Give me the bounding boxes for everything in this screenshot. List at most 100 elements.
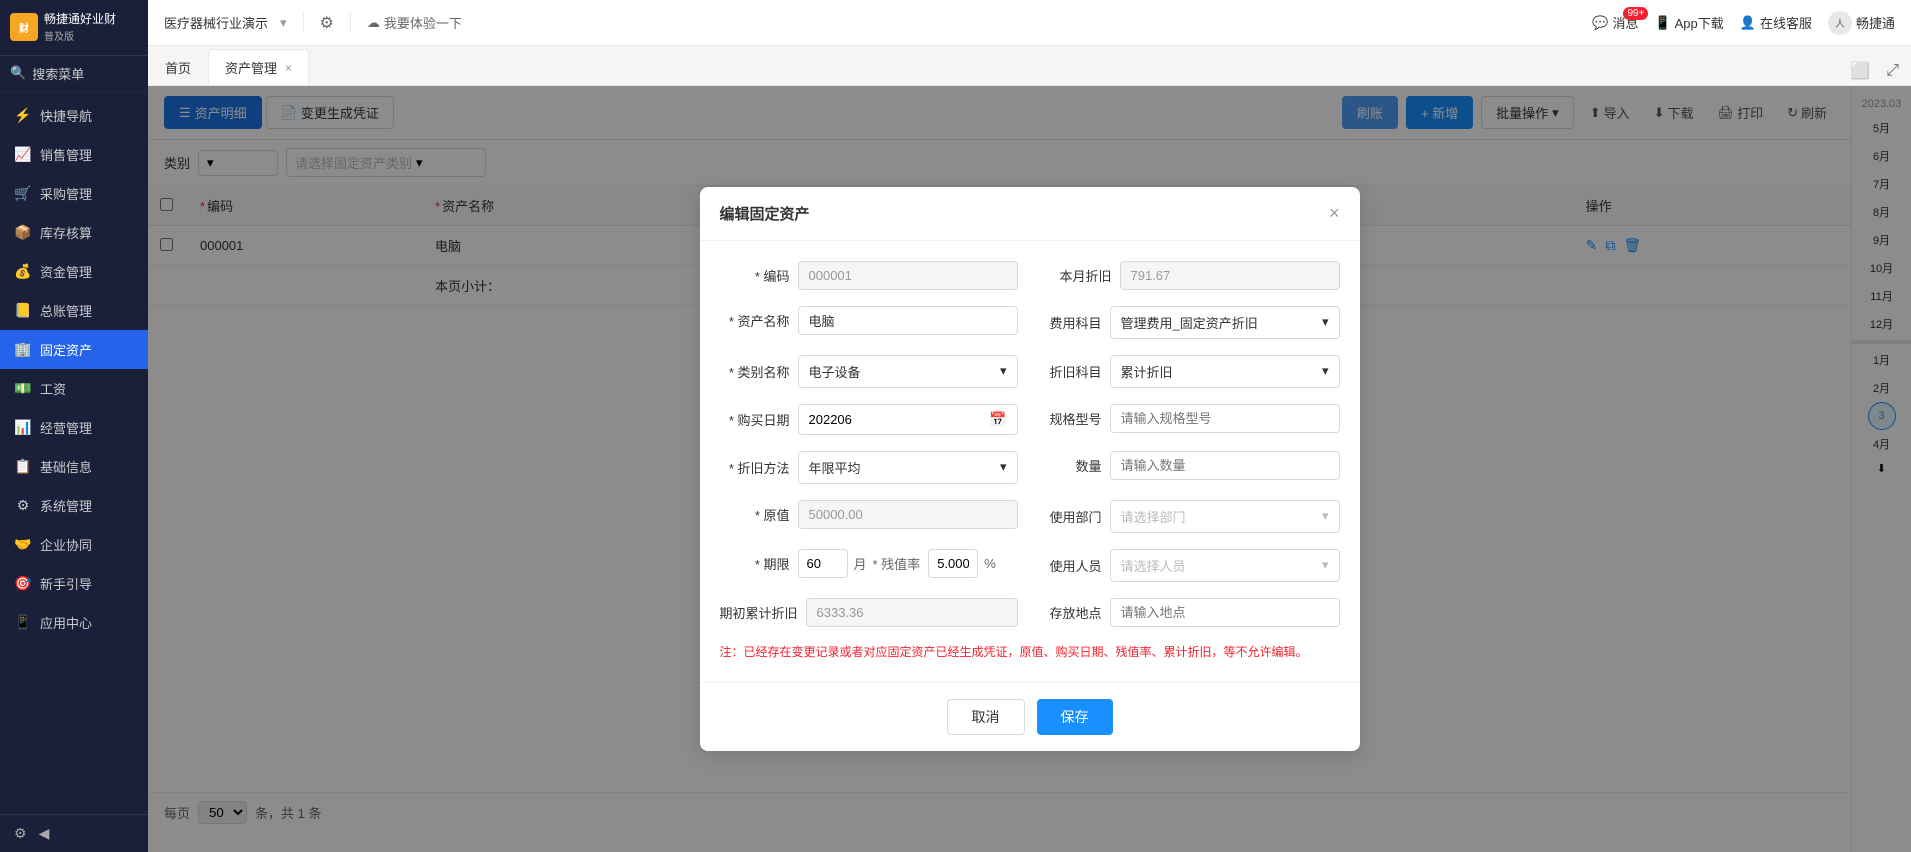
spec-label: 规格型号	[1042, 409, 1102, 428]
sidebar-item-operations[interactable]: 📊 经营管理	[0, 408, 148, 447]
form-item-location: 存放地点	[1042, 598, 1340, 627]
modal-right-dep-subject: 折旧科目 累计折旧 ▾	[1042, 355, 1340, 388]
sidebar-item-label: 系统管理	[40, 496, 92, 515]
form-item-monthly-dep: 本月折旧	[1042, 261, 1340, 290]
tab-home[interactable]: 首页	[148, 49, 208, 85]
enterprise-icon: 🤝	[14, 535, 32, 553]
operations-icon: 📊	[14, 418, 32, 436]
collapse-sidebar-icon[interactable]: ◀	[39, 825, 50, 842]
chevron-down-icon: ▾	[1322, 557, 1329, 573]
main-area: 医疗器械行业演示 ▾ ⚙ ☁ 我要体验一下 💬 消息 99+ 📱 App下载 👤…	[148, 0, 1911, 852]
modal-header: 编辑固定资产 ×	[700, 187, 1360, 241]
tabbar: 首页 资产管理 × ⬜ ⤢	[148, 46, 1911, 86]
purchase-date-label: * 购买日期	[720, 410, 790, 429]
sidebar-item-label: 快捷导航	[40, 106, 92, 125]
expense-subject-value: 管理费用_固定资产折旧	[1121, 313, 1258, 332]
spec-input[interactable]	[1110, 404, 1340, 433]
tab-close-icon[interactable]: ×	[285, 61, 292, 75]
service-icon: 👤	[1740, 15, 1756, 31]
modal-right-quantity: 数量	[1042, 451, 1340, 484]
sidebar-item-guide[interactable]: 🎯 新手引导	[0, 564, 148, 603]
sidebar-item-purchase[interactable]: 🛒 采购管理	[0, 174, 148, 213]
topbar-messages[interactable]: 💬 消息 99+	[1592, 13, 1638, 32]
sidebar-item-app-center[interactable]: 📱 应用中心	[0, 603, 148, 642]
sidebar-item-ledger[interactable]: 📒 总账管理	[0, 291, 148, 330]
sidebar-item-finance[interactable]: 💰 资金管理	[0, 252, 148, 291]
expense-subject-label: 费用科目	[1042, 313, 1102, 332]
topbar-divider2	[350, 13, 351, 33]
logo-text-block: 畅捷通好业财 普及版	[44, 12, 116, 43]
topbar-feedback[interactable]: ☁ 我要体验一下	[367, 13, 462, 32]
chevron-down-icon: ▾	[1000, 459, 1007, 475]
ledger-icon: 📒	[14, 301, 32, 319]
form-item-initial-dep: 期初累计折旧	[720, 598, 1018, 627]
sidebar-item-basic-info[interactable]: 📋 基础信息	[0, 447, 148, 486]
topbar-user[interactable]: 人 畅捷通	[1828, 11, 1895, 35]
company-dropdown-icon[interactable]: ▾	[280, 15, 287, 31]
code-input[interactable]	[798, 261, 1018, 290]
topbar-divider	[303, 13, 304, 33]
quantity-input[interactable]	[1110, 451, 1340, 480]
sidebar-search-label: 搜索菜单	[32, 64, 84, 83]
modal-overlay: 编辑固定资产 × * 编码 本月折旧	[148, 86, 1911, 852]
sidebar-item-label: 新手引导	[40, 574, 92, 593]
modal-right-col-dep: 本月折旧	[1042, 261, 1340, 290]
sidebar-item-enterprise[interactable]: 🤝 企业协同	[0, 525, 148, 564]
modal-left-name: * 资产名称	[720, 306, 1018, 339]
purchase-icon: 🛒	[14, 184, 32, 202]
app-name: 畅捷通好业财	[44, 12, 116, 28]
dep-method-select[interactable]: 年限平均 ▾	[798, 451, 1018, 484]
chevron-down-icon: ▾	[1322, 508, 1329, 524]
app-version: 普及版	[44, 28, 116, 43]
modal-left-purchase-date: * 购买日期 202206 📅	[720, 404, 1018, 435]
topbar-app-download[interactable]: 📱 App下载	[1654, 13, 1723, 32]
category-select[interactable]: 电子设备 ▾	[798, 355, 1018, 388]
dept-label: 使用部门	[1042, 507, 1102, 526]
save-button[interactable]: 保存	[1037, 699, 1113, 735]
sidebar-item-search[interactable]: 🔍 搜索菜单	[0, 56, 148, 92]
cancel-button[interactable]: 取消	[947, 699, 1025, 735]
tab-asset-management[interactable]: 资产管理 ×	[208, 49, 309, 85]
chevron-down-icon: ▾	[1000, 363, 1007, 379]
modal-note: 注：已经存在变更记录或者对应固定资产已经生成凭证，原值、购买日期、残值率、累计折…	[720, 643, 1340, 662]
sidebar-item-sales[interactable]: 📈 销售管理	[0, 135, 148, 174]
modal-left-dep-method: * 折旧方法 年限平均 ▾	[720, 451, 1018, 484]
sidebar-item-label: 总账管理	[40, 301, 92, 320]
sidebar-item-fixed-assets[interactable]: 🏢 固定资产	[0, 330, 148, 369]
sidebar-item-quick-nav[interactable]: ⚡ 快捷导航	[0, 96, 148, 135]
dep-subject-value: 累计折旧	[1121, 362, 1173, 381]
sidebar-item-label: 采购管理	[40, 184, 92, 203]
modal-close-button[interactable]: ×	[1329, 204, 1340, 222]
dep-subject-select[interactable]: 累计折旧 ▾	[1110, 355, 1340, 388]
topbar-settings-icon[interactable]: ⚙	[320, 13, 334, 33]
expense-subject-select[interactable]: 管理费用_固定资产折旧 ▾	[1110, 306, 1340, 339]
sidebar-item-label: 应用中心	[40, 613, 92, 632]
user-select[interactable]: 请选择人员 ▾	[1110, 549, 1340, 582]
sidebar-item-inventory[interactable]: 📦 库存核算	[0, 213, 148, 252]
period-unit: 月	[854, 554, 867, 573]
name-input[interactable]	[798, 306, 1018, 335]
dept-select[interactable]: 请选择部门 ▾	[1110, 500, 1340, 533]
avatar: 人	[1828, 11, 1852, 35]
form-item-name: * 资产名称	[720, 306, 1018, 335]
sidebar-item-payroll[interactable]: 💵 工资	[0, 369, 148, 408]
topbar: 医疗器械行业演示 ▾ ⚙ ☁ 我要体验一下 💬 消息 99+ 📱 App下载 👤…	[148, 0, 1911, 46]
period-input	[798, 549, 848, 578]
sidebar-item-system[interactable]: ⚙ 系统管理	[0, 486, 148, 525]
user-label: 使用人员	[1042, 556, 1102, 575]
category-value: 电子设备	[809, 362, 861, 381]
location-input[interactable]	[1110, 598, 1340, 627]
finance-icon: 💰	[14, 262, 32, 280]
tab-expand-icon[interactable]: ⤢	[1882, 58, 1903, 84]
form-item-code: * 编码	[720, 261, 1018, 290]
tab-restore-icon[interactable]: ⬜	[1846, 57, 1874, 85]
initial-dep-label: 期初累计折旧	[720, 603, 798, 622]
settings-bottom-icon[interactable]: ⚙	[14, 825, 27, 842]
feedback-text: 我要体验一下	[384, 13, 462, 32]
form-item-purchase-date: * 购买日期 202206 📅	[720, 404, 1018, 435]
sidebar-item-label: 经营管理	[40, 418, 92, 437]
dep-method-value: 年限平均	[809, 458, 861, 477]
purchase-date-input[interactable]: 202206 📅	[798, 404, 1018, 435]
app-download-label: App下载	[1675, 13, 1724, 32]
topbar-online-service[interactable]: 👤 在线客服	[1740, 13, 1812, 32]
